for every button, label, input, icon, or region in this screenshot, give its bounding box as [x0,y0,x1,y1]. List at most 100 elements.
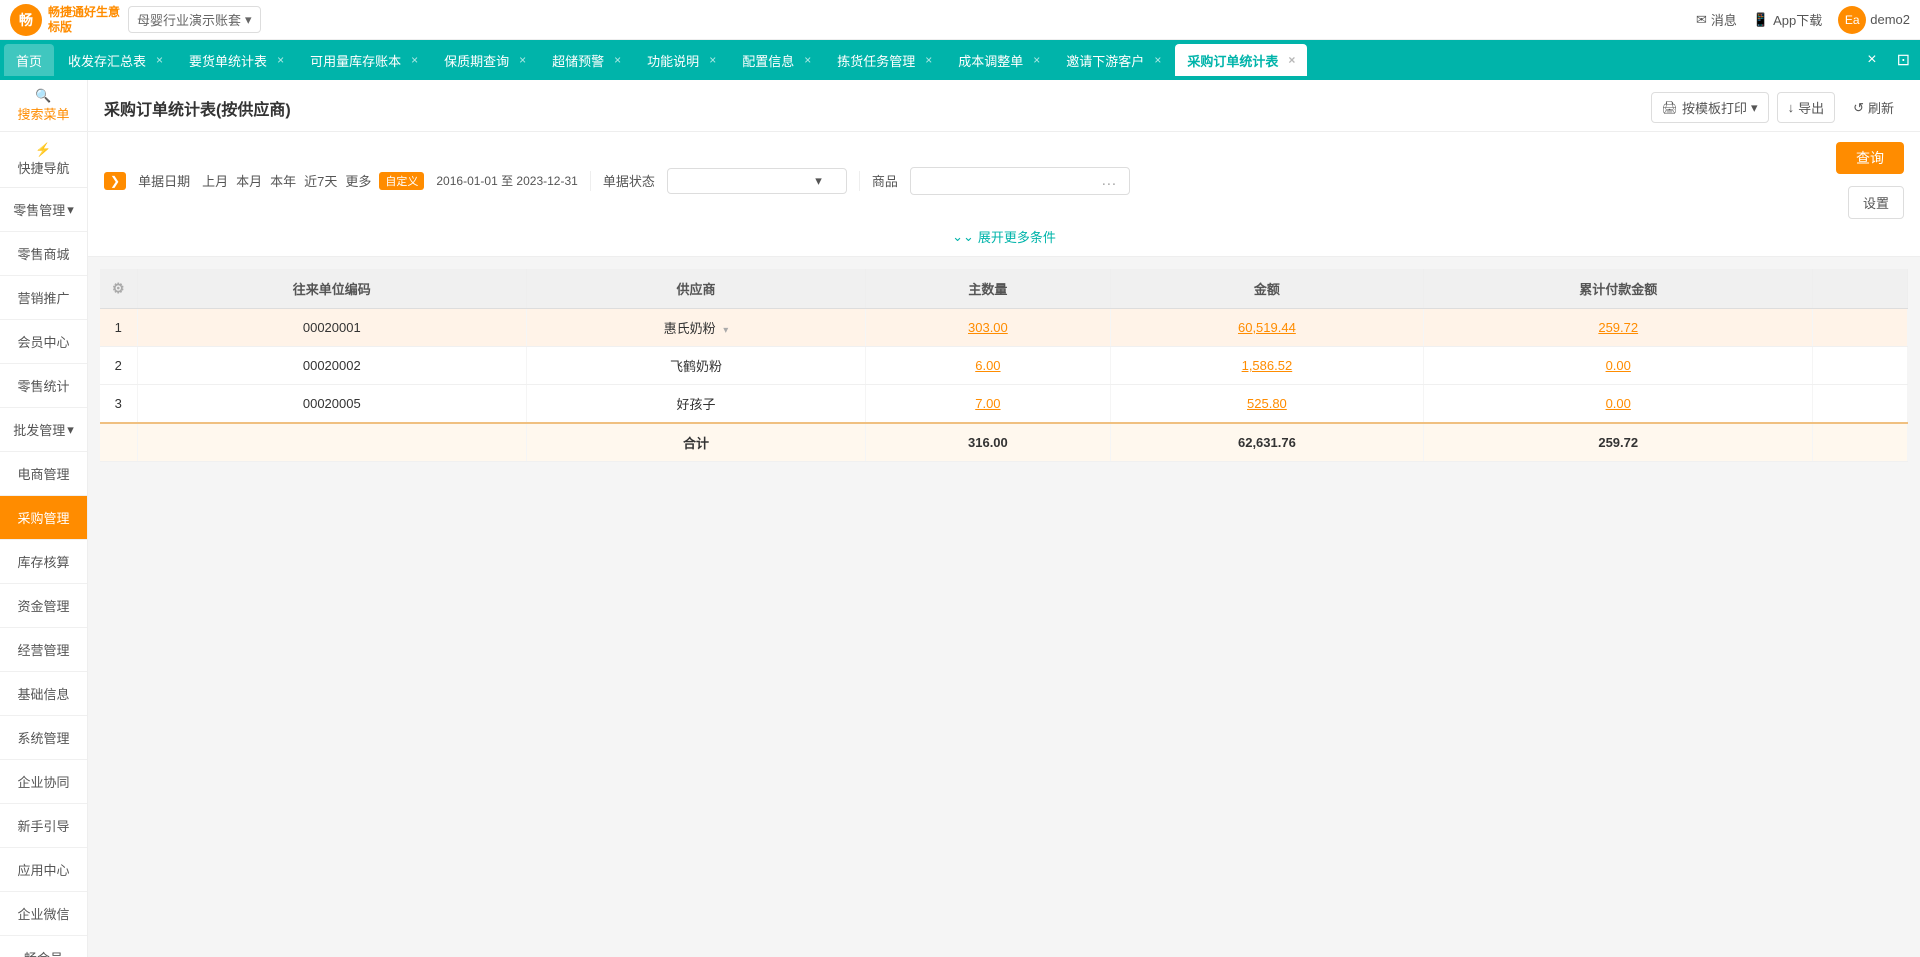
sidebar-item-app-center[interactable]: 应用中心 [0,848,87,892]
sidebar-item-finance[interactable]: 资金管理 [0,584,87,628]
message-button[interactable]: ✉ 消息 [1696,10,1737,29]
cell-amount: 60,519.44 [1110,309,1423,347]
sidebar-item-newbie[interactable]: 新手引导 [0,804,87,848]
status-select[interactable]: ▾ [667,168,847,194]
gear-icon[interactable]: ⚙ [112,280,125,296]
chevron-down-icon: ▾ [67,202,74,218]
th-paid: 累计付款金额 [1424,269,1813,309]
tab-10[interactable]: 邀请下游客户 × [1054,44,1173,76]
app-download-button[interactable]: 📱 App下载 [1753,10,1822,29]
refresh-button[interactable]: ↺ 刷新 [1843,93,1904,122]
filter-area: ❯ 单据日期 上月 本月 本年 近7天 更多 自定义 2016-01-01 至 … [88,132,1920,257]
sidebar-item-ecommerce[interactable]: 电商管理 [0,452,87,496]
cell-code: 00020001 [137,309,526,347]
sidebar-item-wholesale[interactable]: 批发管理 ▾ [0,408,87,452]
th-empty [1813,269,1908,309]
tab-6[interactable]: 功能说明 × [635,44,728,76]
cell-supplier: 惠氏奶粉 ▾ [527,309,866,347]
shortcut-more[interactable]: 更多 [345,171,371,190]
close-icon[interactable]: × [411,53,418,67]
close-icon[interactable]: × [1288,53,1295,67]
page-header-actions: 🖨 按模板打印 ▾ ↓ 导出 ↺ 刷新 [1651,92,1905,123]
chevron-down-icon: ⌄⌄ [952,229,974,245]
shortcut-this-month[interactable]: 本月 [236,171,262,190]
print-icon: 🖨 [1662,100,1679,116]
tab-3[interactable]: 可用量库存账本 × [298,44,430,76]
user-menu[interactable]: Ea demo2 [1838,6,1910,34]
close-icon[interactable]: × [519,53,526,67]
top-bar-right: ✉ 消息 📱 App下载 Ea demo2 [1696,6,1910,34]
sidebar-item-changyuanyuan[interactable]: 畅会员 [0,936,87,957]
tab-7[interactable]: 配置信息 × [730,44,823,76]
close-icon[interactable]: × [1033,53,1040,67]
cell-paid: 0.00 [1424,385,1813,424]
close-all-tabs-button[interactable]: × [1861,49,1882,71]
close-icon[interactable]: × [709,53,716,67]
tab-4[interactable]: 保质期查询 × [432,44,538,76]
tab-8[interactable]: 拣货任务管理 × [825,44,944,76]
sidebar-item-operations[interactable]: 经营管理 [0,628,87,672]
date-shortcuts: 上月 本月 本年 近7天 更多 自定义 [202,171,424,190]
settings-button[interactable]: 设置 [1848,186,1904,219]
query-button[interactable]: 查询 [1836,142,1904,174]
cell-paid: 259.72 [1424,309,1813,347]
sidebar-item-enterprise[interactable]: 企业协同 [0,760,87,804]
cell-amount: 525.80 [1110,385,1423,424]
expand-more-btn[interactable]: ⌄⌄ 展开更多条件 [952,227,1056,246]
sidebar-item-inventory[interactable]: 库存核算 [0,540,87,584]
cell-paid: 0.00 [1424,347,1813,385]
tab-1[interactable]: 收发存汇总表 × [56,44,175,76]
sidebar-item-member-center[interactable]: 会员中心 [0,320,87,364]
footer-amount: 62,631.76 [1110,423,1423,462]
close-icon[interactable]: × [614,53,621,67]
th-settings: ⚙ [100,269,137,309]
workspace-selector[interactable]: 母婴行业演示账套 ▾ [128,6,261,33]
sidebar-item-retail-mall[interactable]: 零售商城 [0,232,87,276]
sidebar-search[interactable]: 🔍 搜索菜单 [0,80,87,132]
export-button[interactable]: ↓ 导出 [1777,92,1836,123]
logo-text: 畅捷通好生意 标版 [48,5,120,34]
print-button[interactable]: 🖨 按模板打印 ▾ [1651,92,1769,123]
custom-date-badge[interactable]: 自定义 [379,172,424,190]
tab-purchase-order-stats[interactable]: 采购订单统计表 × [1175,44,1307,76]
th-supplier: 供应商 [527,269,866,309]
sidebar: 🔍 搜索菜单 ⚡ 快捷导航 零售管理 ▾ 零售商城 营销推广 会员中心 零售统计… [0,80,88,957]
filter-right-actions: 查询 设置 [1836,142,1904,219]
sidebar-item-marketing[interactable]: 营销推广 [0,276,87,320]
filter-divider [590,171,591,191]
sidebar-item-wechat[interactable]: 企业微信 [0,892,87,936]
close-icon[interactable]: × [156,53,163,67]
footer-quantity: 316.00 [865,423,1110,462]
logo-icon: 畅 [10,4,42,36]
sidebar-item-purchase[interactable]: 采购管理 [0,496,87,540]
close-icon[interactable]: × [804,53,811,67]
shortcut-7days[interactable]: 近7天 [304,171,337,190]
tab-2[interactable]: 要货单统计表 × [177,44,296,76]
close-icon[interactable]: × [277,53,284,67]
close-icon[interactable]: × [925,53,932,67]
cell-index: 1 [100,309,137,347]
page-header: 采购订单统计表(按供应商) 🖨 按模板打印 ▾ ↓ 导出 ↺ 刷新 [88,80,1920,132]
tab-5[interactable]: 超储预警 × [540,44,633,76]
shortcut-last-month[interactable]: 上月 [202,171,228,190]
collapse-icon: ❯ [104,172,126,190]
chevron-down-icon: ▾ [815,173,822,189]
tab-9[interactable]: 成本调整单 × [946,44,1052,76]
close-icon[interactable]: × [1154,53,1161,67]
filter-collapse-btn[interactable]: ❯ [104,172,126,190]
sidebar-item-basic-info[interactable]: 基础信息 [0,672,87,716]
expand-icon[interactable]: ▾ [723,325,728,336]
sidebar-item-retail-stats[interactable]: 零售统计 [0,364,87,408]
tab-home[interactable]: 首页 [4,44,54,76]
goods-input-more-icon[interactable]: … [1097,172,1121,190]
content-area: 采购订单统计表(按供应商) 🖨 按模板打印 ▾ ↓ 导出 ↺ 刷新 [88,80,1920,957]
goods-input[interactable]: … [910,167,1130,195]
date-range-display: 2016-01-01 至 2023-12-31 [436,172,577,189]
sidebar-quick-nav[interactable]: ⚡ 快捷导航 [0,132,87,188]
sidebar-item-retail-management[interactable]: 零售管理 ▾ [0,188,87,232]
footer-label: 合计 [527,423,866,462]
th-quantity: 主数量 [865,269,1110,309]
maximize-button[interactable]: ⊡ [1891,48,1916,72]
shortcut-this-year[interactable]: 本年 [270,171,296,190]
sidebar-item-system[interactable]: 系统管理 [0,716,87,760]
